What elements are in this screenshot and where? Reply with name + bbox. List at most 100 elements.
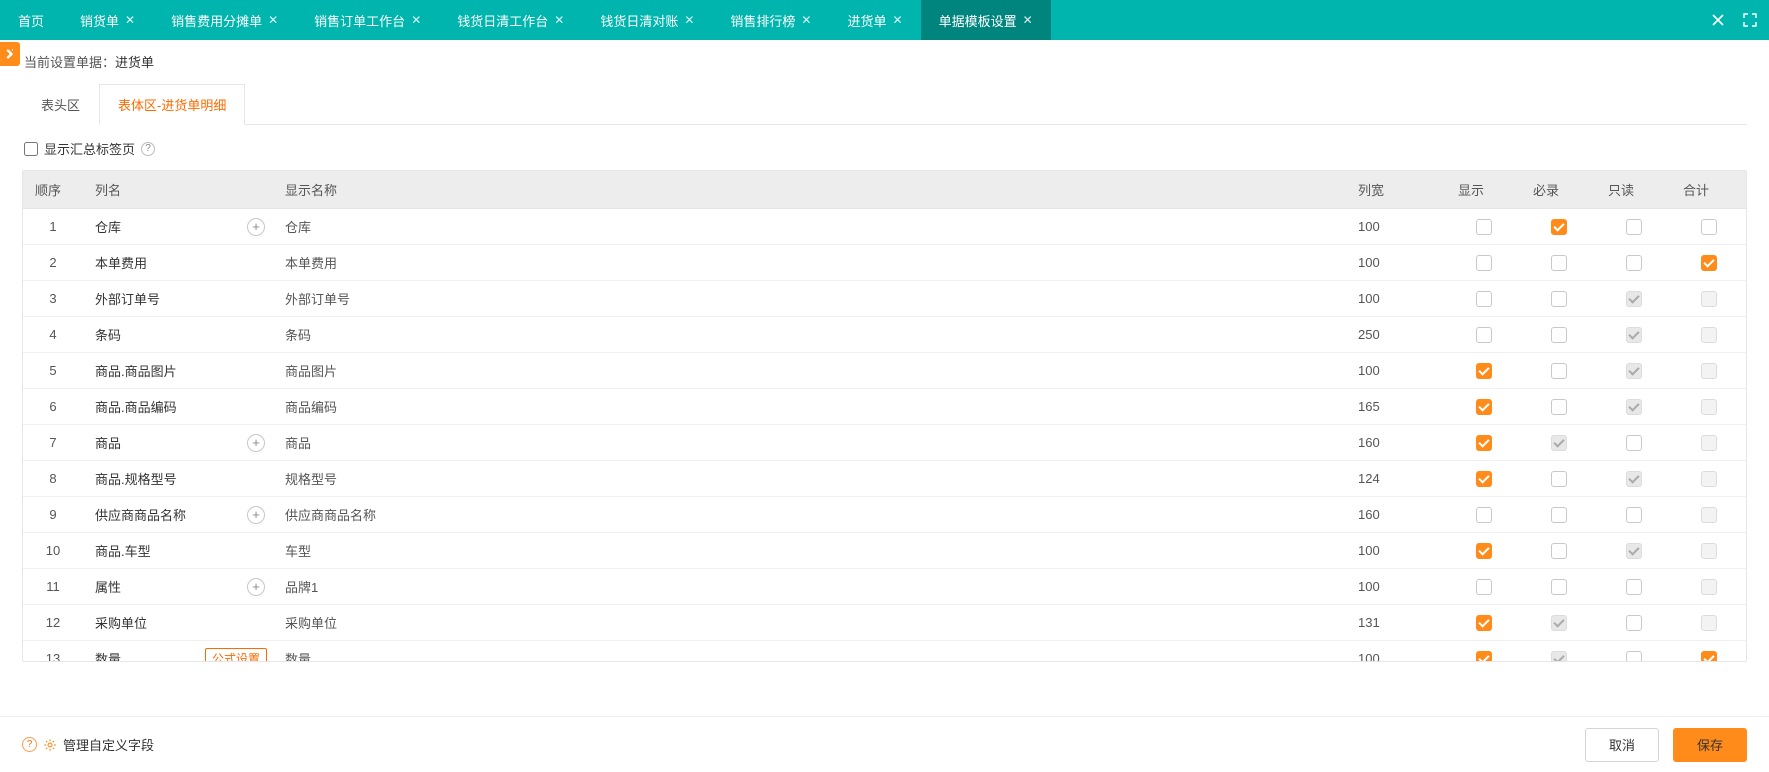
cell-width[interactable]: 100 [1346,283,1446,314]
checkbox-req[interactable] [1551,507,1567,523]
add-column-icon[interactable]: + [247,506,265,524]
checkbox-show[interactable] [1476,579,1492,595]
table-row[interactable]: 12采购单位采购单位131 [23,605,1746,641]
checkbox-req[interactable] [1551,255,1567,271]
tab-close-icon[interactable]: ✕ [411,13,421,27]
add-column-icon[interactable]: + [247,218,265,236]
top-tab[interactable]: 钱货日清工作台✕ [439,0,582,40]
cell-display-name[interactable]: 采购单位 [273,605,1346,640]
cell-display-name[interactable]: 仓库 [273,209,1346,244]
table-row[interactable]: 10商品.车型车型100 [23,533,1746,569]
checkbox-req[interactable] [1551,471,1567,487]
cell-width[interactable]: 100 [1346,247,1446,278]
top-tab[interactable]: 钱货日清对账✕ [582,0,712,40]
checkbox-ro[interactable] [1626,219,1642,235]
checkbox-ro[interactable] [1626,615,1642,631]
checkbox-req[interactable] [1551,579,1567,595]
section-tab[interactable]: 表头区 [22,84,99,125]
checkbox-show[interactable] [1476,471,1492,487]
checkbox-show[interactable] [1476,543,1492,559]
checkbox-show[interactable] [1476,507,1492,523]
checkbox-req[interactable] [1551,363,1567,379]
cancel-button[interactable]: 取消 [1585,728,1659,762]
table-row[interactable]: 7商品+商品160 [23,425,1746,461]
show-summary-tab-checkbox[interactable] [24,142,38,156]
cell-display-name[interactable]: 车型 [273,533,1346,568]
footer-help-icon[interactable]: ? [22,737,37,752]
top-tab[interactable]: 销售订单工作台✕ [296,0,439,40]
tab-close-icon[interactable]: ✕ [1023,13,1033,27]
checkbox-sum[interactable] [1701,219,1717,235]
formula-settings-button[interactable]: 公式设置 [205,648,267,661]
top-tab[interactable]: 销售费用分摊单✕ [153,0,296,40]
cell-display-name[interactable]: 商品编码 [273,389,1346,424]
cell-width[interactable]: 131 [1346,607,1446,638]
checkbox-sum[interactable] [1701,255,1717,271]
checkbox-show[interactable] [1476,291,1492,307]
cell-width[interactable]: 100 [1346,535,1446,566]
checkbox-show[interactable] [1476,435,1492,451]
cell-width[interactable]: 100 [1346,643,1446,661]
checkbox-show[interactable] [1476,651,1492,662]
add-column-icon[interactable]: + [247,578,265,596]
sidebar-expand-toggle[interactable] [0,42,20,66]
cell-width[interactable]: 160 [1346,427,1446,458]
cell-width[interactable]: 100 [1346,355,1446,386]
checkbox-ro[interactable] [1626,579,1642,595]
checkbox-ro[interactable] [1626,651,1642,662]
checkbox-ro[interactable] [1626,507,1642,523]
table-row[interactable]: 9供应商商品名称+供应商商品名称160 [23,497,1746,533]
add-column-icon[interactable]: + [247,434,265,452]
cell-display-name[interactable]: 规格型号 [273,461,1346,496]
cell-width[interactable]: 100 [1346,571,1446,602]
table-row[interactable]: 5商品.商品图片商品图片100 [23,353,1746,389]
manage-custom-fields-link[interactable]: ? 管理自定义字段 [22,735,154,754]
save-button[interactable]: 保存 [1673,728,1747,762]
cell-display-name[interactable]: 供应商商品名称 [273,497,1346,532]
cell-width[interactable]: 124 [1346,463,1446,494]
tab-close-icon[interactable]: ✕ [801,13,811,27]
checkbox-req[interactable] [1551,543,1567,559]
cell-width[interactable]: 100 [1346,211,1446,242]
top-tab[interactable]: 销货单✕ [62,0,153,40]
cell-display-name[interactable]: 品牌1 [273,569,1346,604]
checkbox-ro[interactable] [1626,435,1642,451]
cell-width[interactable]: 160 [1346,499,1446,530]
cell-display-name[interactable]: 商品图片 [273,353,1346,388]
checkbox-req[interactable] [1551,399,1567,415]
cell-display-name[interactable]: 外部订单号 [273,281,1346,316]
tab-close-icon[interactable]: ✕ [684,13,694,27]
cell-display-name[interactable]: 本单费用 [273,245,1346,280]
table-row[interactable]: 11属性+品牌1100 [23,569,1746,605]
help-icon[interactable]: ? [141,142,155,156]
checkbox-ro[interactable] [1626,255,1642,271]
checkbox-req[interactable] [1551,291,1567,307]
table-row[interactable]: 2本单费用本单费用100 [23,245,1746,281]
tab-close-icon[interactable]: ✕ [268,13,278,27]
checkbox-show[interactable] [1476,327,1492,343]
top-tab[interactable]: 单据模板设置✕ [921,0,1051,40]
table-row[interactable]: 4条码条码250 [23,317,1746,353]
checkbox-show[interactable] [1476,255,1492,271]
close-all-tabs-icon[interactable] [1709,11,1727,29]
table-row[interactable]: 6商品.商品编码商品编码165 [23,389,1746,425]
section-tab[interactable]: 表体区-进货单明细 [99,84,245,125]
tab-close-icon[interactable]: ✕ [554,13,564,27]
checkbox-req[interactable] [1551,219,1567,235]
cell-width[interactable]: 165 [1346,391,1446,422]
checkbox-show[interactable] [1476,615,1492,631]
top-tab[interactable]: 进货单✕ [829,0,920,40]
checkbox-sum[interactable] [1701,651,1717,662]
table-row[interactable]: 8商品.规格型号规格型号124 [23,461,1746,497]
cell-display-name[interactable]: 数量 [273,641,1346,661]
checkbox-show[interactable] [1476,219,1492,235]
cell-display-name[interactable]: 条码 [273,317,1346,352]
fullscreen-icon[interactable] [1741,11,1759,29]
cell-width[interactable]: 250 [1346,319,1446,350]
checkbox-req[interactable] [1551,327,1567,343]
cell-display-name[interactable]: 商品 [273,425,1346,460]
table-row[interactable]: 1仓库+仓库100 [23,209,1746,245]
top-tab[interactable]: 首页 [0,0,62,40]
checkbox-show[interactable] [1476,363,1492,379]
tab-close-icon[interactable]: ✕ [125,13,135,27]
